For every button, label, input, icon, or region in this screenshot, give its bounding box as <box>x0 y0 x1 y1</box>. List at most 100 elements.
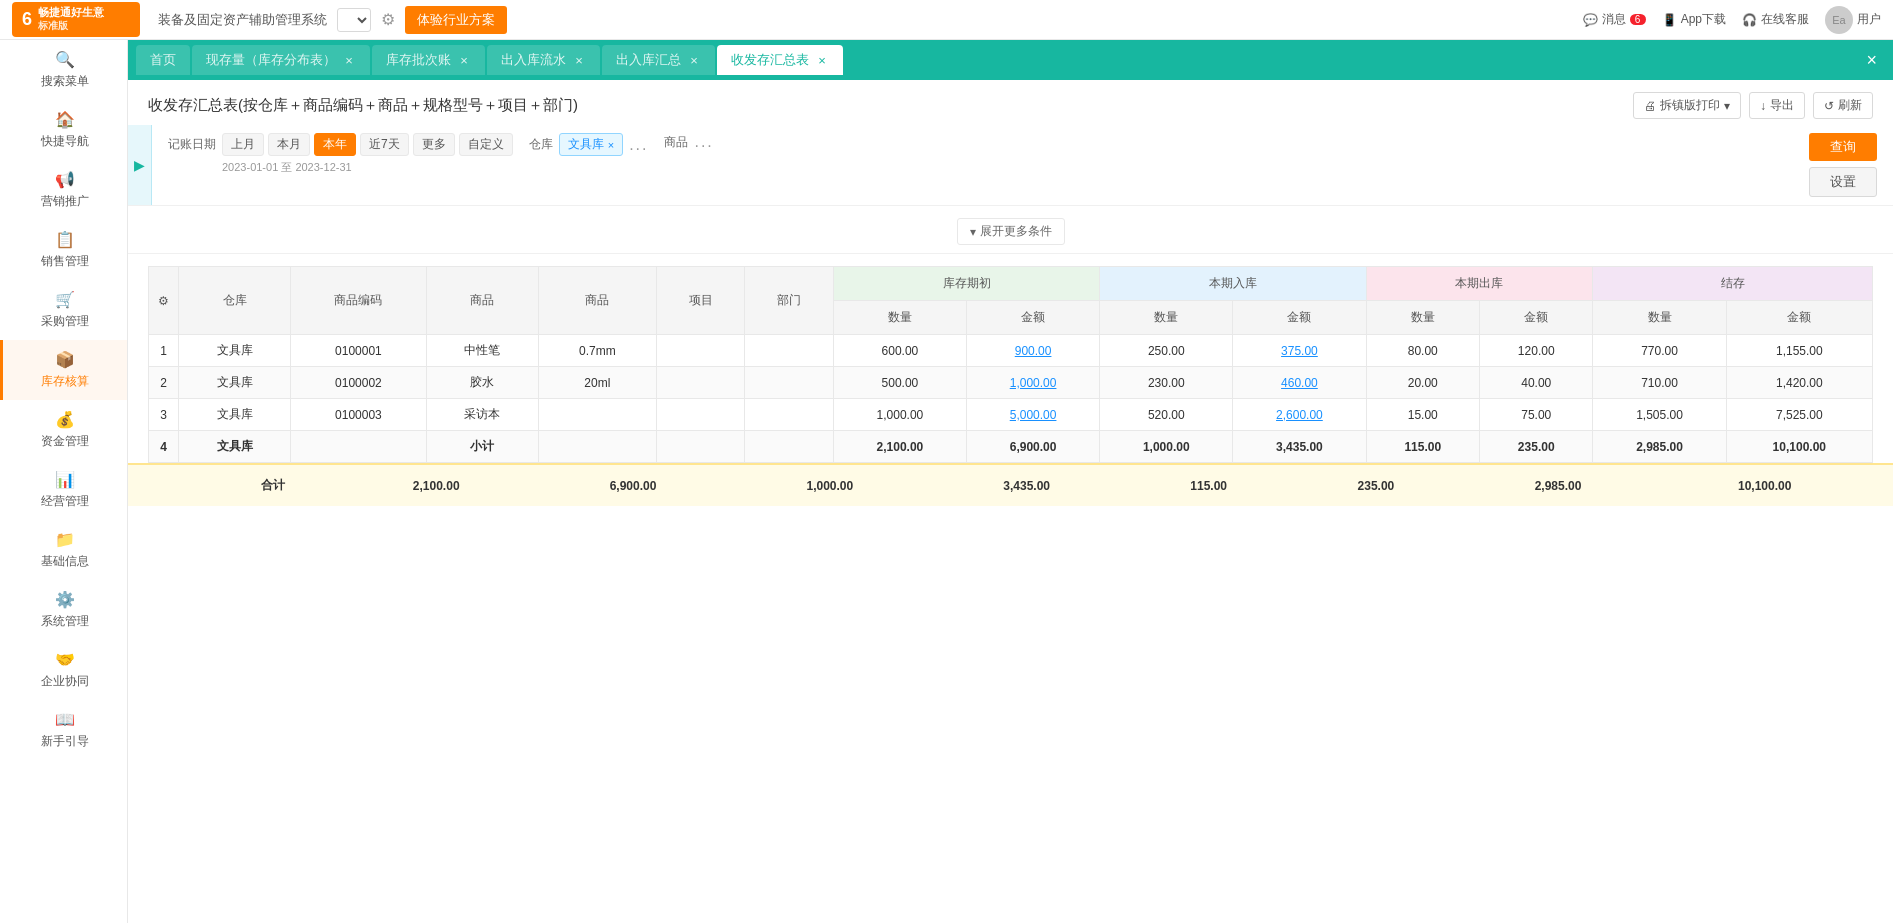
expand-more-btn[interactable]: ▾ 展开更多条件 <box>957 218 1065 245</box>
main-layout: 🔍 搜索菜单 🏠 快捷导航 📢 营销推广 📋 销售管理 🛒 采购管理 📦 库存核… <box>0 40 1893 923</box>
cell-open-amt: 1,000.00 <box>967 367 1100 399</box>
tab-in-out-flow[interactable]: 出入库流水 × <box>487 45 600 75</box>
tab-recv-send-close[interactable]: × <box>815 53 829 67</box>
cell-dept <box>745 367 833 399</box>
tab-inventory-dist-label: 现存量（库存分布表） <box>206 51 336 69</box>
tab-in-out-flow-label: 出入库流水 <box>501 51 566 69</box>
cell-in-amt: 460.00 <box>1233 367 1366 399</box>
cell-name: 采访本 <box>426 399 538 431</box>
cell-out-qty[interactable]: 15.00 <box>1366 399 1479 431</box>
sidebar-item-purchase[interactable]: 🛒 采购管理 <box>0 280 127 340</box>
cell-in-qty[interactable]: 230.00 <box>1100 367 1233 399</box>
cell-spec <box>538 431 656 463</box>
sidebar-item-enterprise[interactable]: 🤝 企业协同 <box>0 640 127 700</box>
tab-batch-ledger-close[interactable]: × <box>457 53 471 67</box>
date-last-month[interactable]: 上月 <box>222 133 264 156</box>
sidebar-item-system[interactable]: ⚙️ 系统管理 <box>0 580 127 640</box>
system-selector[interactable] <box>337 8 371 32</box>
tab-recv-send-label: 收发存汇总表 <box>731 51 809 69</box>
date-this-month[interactable]: 本月 <box>268 133 310 156</box>
table-row: 1 文具库 0100001 中性笔 0.7mm 600.00 900.00 25… <box>149 335 1873 367</box>
trial-button[interactable]: 体验行业方案 <box>405 6 507 34</box>
sidebar-item-sales[interactable]: 📋 销售管理 <box>0 220 127 280</box>
sidebar-item-quicknav[interactable]: 🏠 快捷导航 <box>0 100 127 160</box>
cell-out-qty[interactable]: 80.00 <box>1366 335 1479 367</box>
refresh-button[interactable]: ↺ 刷新 <box>1813 92 1873 119</box>
warehouse-tag-close[interactable]: × <box>608 139 614 151</box>
print-button[interactable]: 🖨 拆镇版打印 ▾ <box>1633 92 1741 119</box>
settings-button[interactable]: 设置 <box>1809 167 1877 197</box>
table-row: 2 文具库 0100002 胶水 20ml 500.00 1,000.00 23… <box>149 367 1873 399</box>
tab-batch-ledger[interactable]: 库存批次账 × <box>372 45 485 75</box>
online-service-btn[interactable]: 🎧 在线客服 <box>1742 11 1809 28</box>
cell-bal-amt: 7,525.00 <box>1726 399 1872 431</box>
sidebar-label-system: 系统管理 <box>41 613 89 630</box>
cell-code <box>291 431 427 463</box>
avatar-initials: Ea <box>1832 14 1845 26</box>
cell-name: 胶水 <box>426 367 538 399</box>
user-btn[interactable]: Ea 用户 <box>1825 6 1881 34</box>
date-more[interactable]: 更多 <box>413 133 455 156</box>
cell-code: 0100003 <box>291 399 427 431</box>
date-buttons-col: 上月 本月 本年 近7天 更多 自定义 2023-01-01 至 2023-12… <box>222 133 513 175</box>
sidebar-item-marketing[interactable]: 📢 营销推广 <box>0 160 127 220</box>
query-button[interactable]: 查询 <box>1809 133 1877 161</box>
avatar: Ea <box>1825 6 1853 34</box>
message-btn[interactable]: 💬 消息 6 <box>1583 11 1646 28</box>
cell-in-qty: 1,000.00 <box>1100 431 1233 463</box>
goods-more-dots[interactable]: ... <box>694 133 713 151</box>
message-label: 消息 <box>1602 11 1626 28</box>
date-this-year[interactable]: 本年 <box>314 133 356 156</box>
chevron-right-icon: ▶ <box>134 157 145 173</box>
date-custom[interactable]: 自定义 <box>459 133 513 156</box>
sidebar-item-operations[interactable]: 📊 经营管理 <box>0 460 127 520</box>
global-close-btn[interactable]: × <box>1858 50 1885 71</box>
tab-recv-send-summary[interactable]: 收发存汇总表 × <box>717 45 843 75</box>
online-service-label: 在线客服 <box>1761 11 1809 28</box>
footer-open-amt: 6,900.00 <box>535 473 732 498</box>
home-icon: 🏠 <box>55 110 75 129</box>
sidebar-item-basic[interactable]: 📁 基础信息 <box>0 520 127 580</box>
inventory-icon: 📦 <box>55 350 75 369</box>
tab-in-out-flow-close[interactable]: × <box>572 53 586 67</box>
cell-bal-amt: 10,100.00 <box>1726 431 1872 463</box>
cell-code: 0100002 <box>291 367 427 399</box>
logo-number: 6 <box>22 9 32 30</box>
sidebar-label-sales: 销售管理 <box>41 253 89 270</box>
tab-inventory-dist-close[interactable]: × <box>342 53 356 67</box>
sidebar-label-marketing: 营销推广 <box>41 193 89 210</box>
page-title: 收发存汇总表(按仓库＋商品编码＋商品＋规格型号＋项目＋部门) <box>148 96 578 115</box>
tab-in-out-summary-close[interactable]: × <box>687 53 701 67</box>
query-btns: 查询 设置 <box>1809 133 1877 197</box>
app-download-btn[interactable]: 📱 App下载 <box>1662 11 1726 28</box>
tab-inventory-dist[interactable]: 现存量（库存分布表） × <box>192 45 370 75</box>
sidebar-label-basic: 基础信息 <box>41 553 89 570</box>
tab-in-out-summary[interactable]: 出入库汇总 × <box>602 45 715 75</box>
date-last-7[interactable]: 近7天 <box>360 133 409 156</box>
footer-bal-amt: 10,100.00 <box>1656 473 1873 498</box>
cell-in-qty[interactable]: 520.00 <box>1100 399 1233 431</box>
warehouse-label: 仓库 <box>529 136 553 153</box>
cell-in-qty[interactable]: 250.00 <box>1100 335 1233 367</box>
user-label: 用户 <box>1857 11 1881 28</box>
cell-out-qty[interactable]: 20.00 <box>1366 367 1479 399</box>
cell-open-qty: 1,000.00 <box>833 399 966 431</box>
sidebar-item-finance[interactable]: 💰 资金管理 <box>0 400 127 460</box>
export-button[interactable]: ↓ 导出 <box>1749 92 1805 119</box>
warehouse-more-dots[interactable]: ... <box>629 136 648 154</box>
sidebar-item-guide[interactable]: 📖 新手引导 <box>0 700 127 760</box>
footer-out-amt: 235.00 <box>1292 473 1459 498</box>
sidebar-item-search[interactable]: 🔍 搜索菜单 <box>0 40 127 100</box>
filter-toggle-btn[interactable]: ▶ <box>128 125 152 205</box>
cell-project <box>656 335 744 367</box>
table-settings-icon[interactable]: ⚙ <box>149 267 179 335</box>
settings-icon[interactable]: ⚙ <box>381 10 395 29</box>
tab-home[interactable]: 首页 <box>136 45 190 75</box>
th-name: 商品 <box>426 267 538 335</box>
sidebar-item-inventory[interactable]: 📦 库存核算 <box>0 340 127 400</box>
cell-out-amt: 235.00 <box>1479 431 1592 463</box>
cell-open-qty: 2,100.00 <box>833 431 966 463</box>
sidebar-label-purchase: 采购管理 <box>41 313 89 330</box>
guide-icon: 📖 <box>55 710 75 729</box>
cell-out-amt: 120.00 <box>1479 335 1592 367</box>
